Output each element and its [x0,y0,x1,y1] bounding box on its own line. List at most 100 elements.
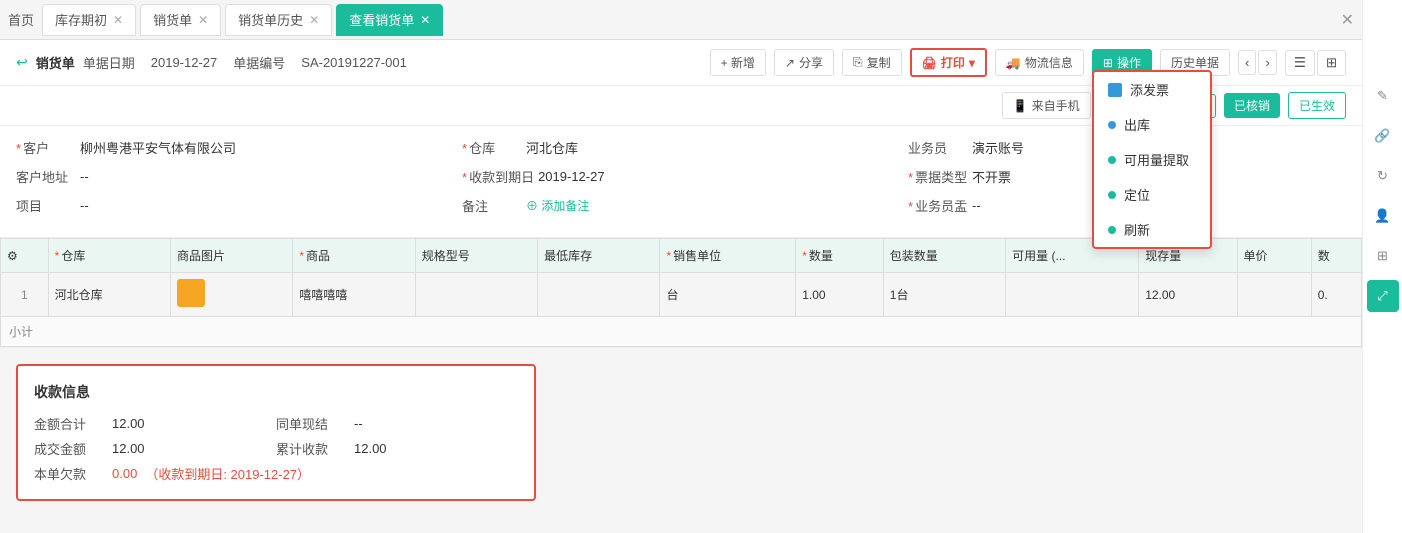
col-unit: 销售单位 [660,239,796,273]
copy-button[interactable]: ⎘ 复制 [842,49,902,76]
menu-item-outbound[interactable]: 出库 [1094,107,1210,142]
col-image: 商品图片 [171,239,293,273]
effective-button[interactable]: 已生效 [1288,92,1346,119]
prev-button[interactable]: ‹ [1238,50,1256,75]
list-view-button[interactable]: ☰ [1285,50,1315,76]
extract-icon [1108,156,1116,164]
col-product: 商品 [293,239,415,273]
customer-label: 客户 [16,138,76,157]
sidebar-reload-icon[interactable]: ↻ [1367,160,1399,192]
row-quantity: 1.00 [796,273,884,317]
share-button[interactable]: ↗ 分享 [774,49,834,76]
amount-total-label: 金额合计 [34,414,104,433]
col-spec: 规格型号 [415,239,537,273]
dropdown-menu: 添发票 出库 可用量提取 定位 刷新 [1092,70,1212,249]
staff-value: 演示账号 [972,138,1024,157]
tab-close-sales[interactable]: ✕ [198,13,208,27]
address-field: 客户地址 -- [16,167,454,186]
col-settings[interactable]: ⚙ [1,239,49,273]
menu-item-locate[interactable]: 定位 [1094,177,1210,212]
add-button[interactable]: + 新增 [710,49,766,76]
outbound-icon [1108,121,1116,129]
same-settle-value: -- [354,416,363,431]
tab-home[interactable]: 首页 [8,10,34,29]
staff-label: 业务员 [908,138,968,157]
subtotal-label: 小计 [1,317,1362,347]
tab-close-view[interactable]: ✕ [420,13,430,27]
print-icon: 🖨 [922,56,937,70]
payment-date-field: 收款到期日 2019-12-27 [462,167,900,186]
total-received-value: 12.00 [354,441,387,456]
row-min-stock [538,273,660,317]
col-unit-price: 单价 [1237,239,1311,273]
sidebar-grid-icon[interactable]: ⊞ [1367,240,1399,272]
tab-sales-history[interactable]: 销货单历史 ✕ [225,4,332,36]
doc-type-label: 销货单 [36,53,75,72]
outstanding-value: 0.00 [112,466,137,481]
row-image [171,273,293,317]
col-min-stock: 最低库存 [538,239,660,273]
table-row: 1 河北仓库 嘻嘻嘻嘻 台 1.00 1台 12.00 0. [1,273,1362,317]
payment-date-value: 2019-12-27 [538,169,605,184]
menu-item-refresh[interactable]: 刷新 [1094,212,1210,247]
operate-icon: ⊞ [1103,56,1113,70]
ticket-type-label: 票据类型 [908,167,968,186]
view-toggle: ☰ ⊞ [1285,50,1346,76]
sidebar-user-icon[interactable]: 👤 [1367,200,1399,232]
verified-button[interactable]: 已核销 [1224,93,1280,118]
row-unit: 台 [660,273,796,317]
menu-item-available-extract[interactable]: 可用量提取 [1094,142,1210,177]
col-amount: 数 [1311,239,1361,273]
print-button[interactable]: 🖨 打印 ▾ [910,48,987,77]
sidebar-link-icon[interactable]: 🔗 [1367,120,1399,152]
same-settle-label: 同单现结 [276,414,346,433]
doc-title-area: ↩ 销货单 单据日期 2019-12-27 单据编号 SA-20191227-0… [16,53,710,72]
footer-info: 收款信息 金额合计 12.00 同单现结 -- 成交金额 12.00 累计收款 … [16,364,536,501]
col-pack-qty: 包装数量 [883,239,1005,273]
number-label: 单据编号 [233,53,285,72]
tab-bar-close[interactable]: ✕ [1341,10,1354,30]
refresh-icon [1108,226,1116,234]
tab-sales-order[interactable]: 销货单 ✕ [140,4,221,36]
total-received-label: 累计收款 [276,439,346,458]
address-label: 客户地址 [16,167,76,186]
col-warehouse: 仓库 [48,239,170,273]
copy-icon: ⎘ [853,55,863,70]
row-amount: 0. [1311,273,1361,317]
tab-close-inventory[interactable]: ✕ [113,13,123,27]
from-mobile-button[interactable]: 📱 来自手机 [1002,92,1091,119]
amount-total-value: 12.00 [112,416,145,431]
logistics-button[interactable]: 🚚 物流信息 [995,49,1084,76]
locate-icon [1108,191,1116,199]
deal-amount-label: 成交金额 [34,439,104,458]
footer-amount-total: 金额合计 12.00 [34,414,276,433]
sidebar-expand-icon[interactable]: ⤢ [1367,280,1399,312]
footer-same-settle: 同单现结 -- [276,414,518,433]
product-thumbnail [177,279,205,307]
row-product: 嘻嘻嘻嘻 [293,273,415,317]
menu-item-add-invoice[interactable]: 添发票 [1094,72,1210,107]
add-invoice-icon [1108,83,1122,97]
tab-close-history[interactable]: ✕ [309,13,319,27]
nav-arrows: ‹ › [1238,50,1277,75]
ticket-type-value: 不开票 [972,167,1011,186]
plus-icon: ⊕ [526,199,538,213]
outstanding-note: （收款到期日: 2019-12-27） [145,464,310,483]
note-add-button[interactable]: ⊕ 添加备注 [526,197,589,214]
tab-inventory-init[interactable]: 库存期初 ✕ [42,4,136,36]
sidebar-edit-icon[interactable]: ✎ [1367,80,1399,112]
project-value: -- [80,198,89,213]
project-label: 项目 [16,196,76,215]
tab-view-sales[interactable]: 查看销货单 ✕ [336,4,443,36]
salesperson-label: 业务员盂 [908,196,968,215]
salesperson-value: -- [972,198,981,213]
outstanding-label: 本单欠款 [34,464,104,483]
customer-value: 柳州粤港平安气体有限公司 [80,138,236,157]
grid-view-button[interactable]: ⊞ [1317,50,1346,76]
subtotal-row: 小计 [1,317,1362,347]
next-button[interactable]: › [1258,50,1276,75]
mobile-icon: 📱 [1013,99,1028,113]
footer-deal-amount: 成交金额 12.00 [34,439,276,458]
row-pack-qty: 1台 [883,273,1005,317]
note-field: 备注 ⊕ 添加备注 [462,196,900,215]
